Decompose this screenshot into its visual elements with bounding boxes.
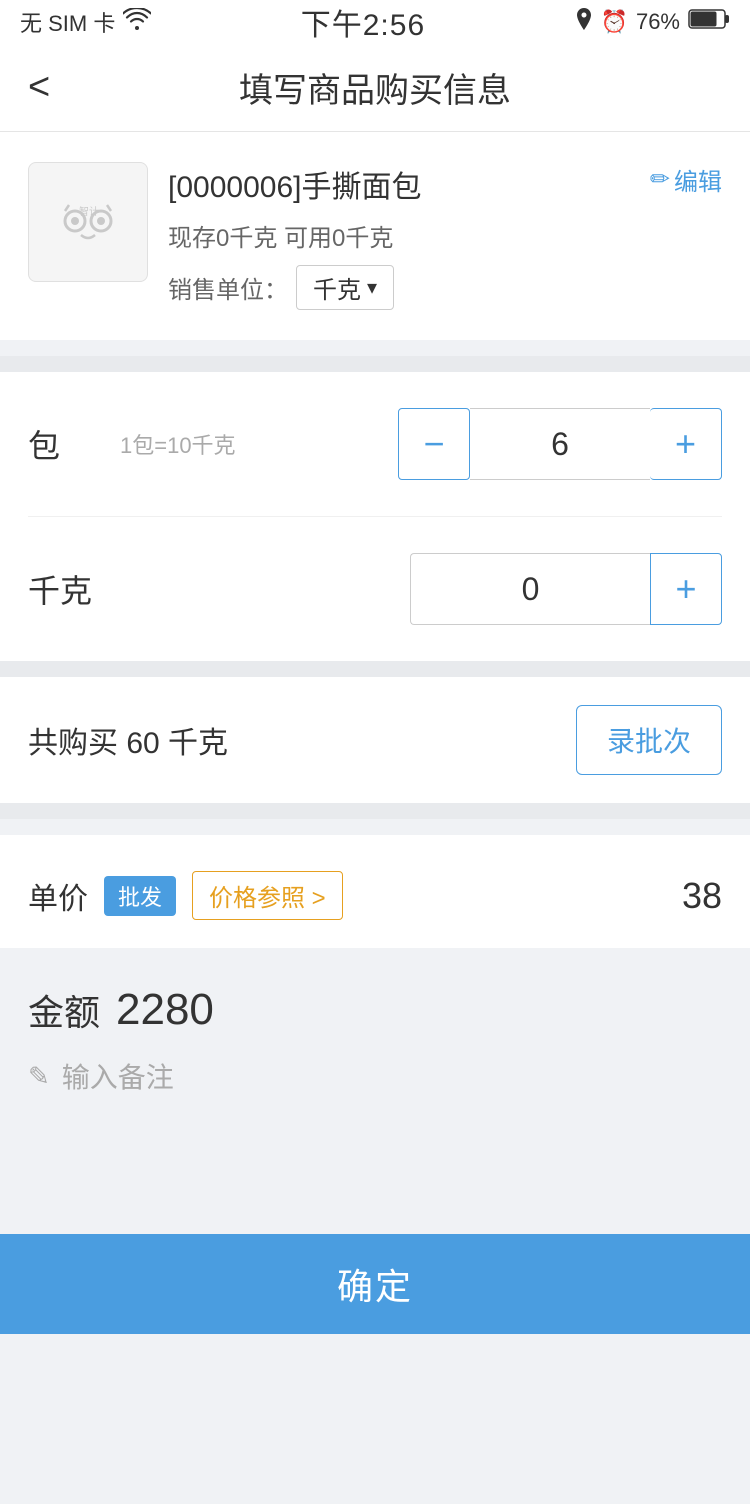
price-value: 38 (682, 875, 722, 917)
unit-label: 销售单位： (168, 270, 288, 305)
wifi-icon (123, 8, 151, 36)
kg-label: 千克 (28, 566, 108, 612)
location-icon (575, 8, 593, 36)
bao-row: 包 1包=10千克 − + (28, 372, 722, 517)
section-divider-1 (0, 356, 750, 372)
product-image: 智计 (28, 162, 148, 282)
product-stock: 现存0千克 可用0千克 (168, 218, 722, 253)
product-card: 智计 [0000006]手撕面包 ✏ 编辑 现存0千克 可用0千克 销售单位： … (0, 132, 750, 340)
product-name: [0000006]手撕面包 (168, 162, 421, 206)
status-bar: 无 SIM 卡 下午2:56 ⏰ 76% (0, 0, 750, 44)
battery-level: 76% (636, 9, 680, 35)
section-divider-2 (0, 661, 750, 677)
unit-select[interactable]: 千克 ▾ (296, 265, 394, 310)
price-section: 单价 批发 价格参照 > 38 (0, 835, 750, 948)
total-row: 共购买 60 千克 录批次 (0, 677, 750, 803)
price-row: 单价 批发 价格参照 > 38 (28, 871, 722, 920)
amount-section: 金额 2280 ✎ 输入备注 (0, 948, 750, 1124)
confirm-bar[interactable]: 确定 (0, 1234, 750, 1334)
product-unit-row: 销售单位： 千克 ▾ (168, 265, 722, 310)
remark-label: 输入备注 (62, 1056, 174, 1096)
section-divider-3 (0, 803, 750, 819)
sim-status: 无 SIM 卡 (20, 6, 115, 38)
remark-row[interactable]: ✎ 输入备注 (28, 1056, 722, 1096)
bao-minus-button[interactable]: − (398, 408, 470, 480)
edit-icon: ✏ (650, 165, 670, 194)
price-tag: 批发 (104, 876, 176, 916)
bao-hint: 1包=10千克 (120, 428, 398, 460)
svg-text:智计: 智计 (79, 205, 99, 218)
status-bar-left: 无 SIM 卡 (20, 6, 151, 38)
amount-row: 金额 2280 (28, 984, 722, 1036)
remark-icon: ✎ (28, 1061, 50, 1092)
price-ref-button[interactable]: 价格参照 > (192, 871, 343, 920)
status-bar-time: 下午2:56 (301, 0, 425, 44)
alarm-icon: ⏰ (601, 9, 628, 35)
total-text: 共购买 60 千克 (28, 718, 228, 762)
bao-label: 包 (28, 421, 108, 467)
nav-bar: < 填写商品购买信息 (0, 44, 750, 132)
confirm-label: 确定 (337, 1258, 413, 1310)
edit-button[interactable]: ✏ 编辑 (650, 162, 722, 197)
kg-input[interactable] (410, 553, 650, 625)
kg-controls: + (410, 553, 722, 625)
battery-icon (688, 8, 730, 36)
kg-row: 千克 + (28, 517, 722, 661)
product-info: [0000006]手撕面包 ✏ 编辑 现存0千克 可用0千克 销售单位： 千克 … (168, 162, 722, 310)
amount-label: 金额 (28, 984, 100, 1036)
bao-input[interactable] (470, 408, 650, 480)
status-bar-right: ⏰ 76% (575, 8, 730, 36)
back-button[interactable]: < (28, 66, 50, 109)
bao-plus-button[interactable]: + (650, 408, 722, 480)
bao-controls: − + (398, 408, 722, 480)
batch-button[interactable]: 录批次 (576, 705, 722, 775)
amount-value: 2280 (116, 985, 214, 1035)
input-section: 包 1包=10千克 − + 千克 + (0, 372, 750, 661)
kg-plus-button[interactable]: + (650, 553, 722, 625)
chevron-down-icon: ▾ (367, 275, 377, 300)
page-title: 填写商品购买信息 (239, 63, 511, 112)
product-logo-icon: 智计 (53, 197, 123, 247)
price-label: 单价 (28, 874, 88, 918)
